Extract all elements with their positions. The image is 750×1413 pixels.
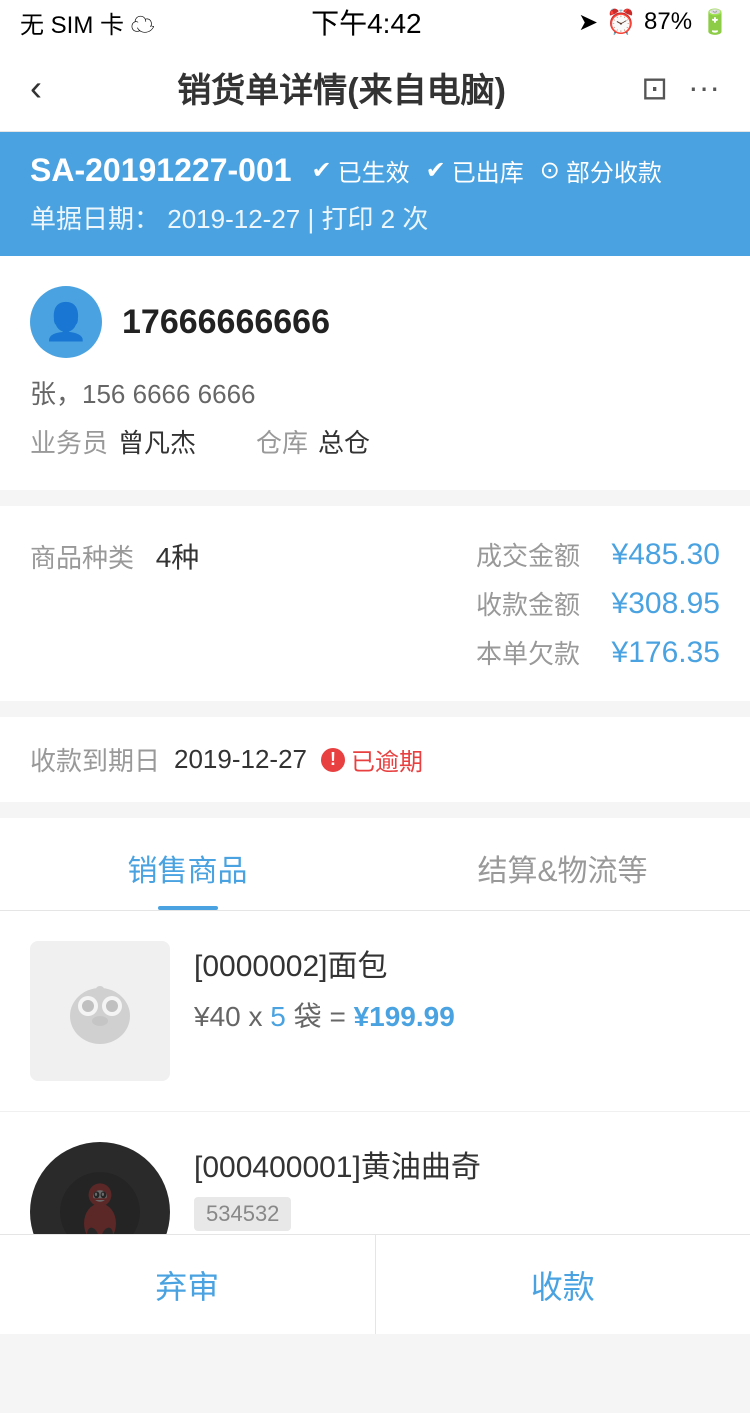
badge-effective: ✔ 已生效 bbox=[312, 153, 410, 188]
warehouse-value: 总仓 bbox=[318, 423, 370, 460]
amounts: 成交金额 ¥485.30 收款金额 ¥308.95 本单欠款 ¥176.35 bbox=[476, 536, 720, 671]
order-status-badges: ✔ 已生效 ✔ 已出库 ⊙ 部分收款 bbox=[312, 153, 662, 188]
product-image-bread: 鸟+ bbox=[30, 941, 170, 1081]
status-bar-time: 下午4:42 bbox=[311, 2, 422, 42]
location-icon: ➤ bbox=[578, 8, 598, 37]
overdue-label: 已逾期 bbox=[351, 742, 423, 777]
svg-text:鸟+: 鸟+ bbox=[86, 1031, 102, 1044]
due-date-section: 收款到期日 2019-12-27 ! 已逾期 bbox=[0, 717, 750, 802]
product-name-bread: [0000002]面包 bbox=[194, 941, 720, 985]
nav-actions: ⊡ ··· bbox=[641, 69, 720, 107]
product-types-value: 4种 bbox=[156, 542, 200, 573]
customer-phone: 17666666666 bbox=[122, 303, 330, 342]
badge-shipped: ✔ 已出库 bbox=[426, 153, 524, 188]
alarm-icon: ⏰ bbox=[606, 8, 636, 37]
product-types: 商品种类 4种 bbox=[30, 536, 199, 576]
status-bar: 无 SIM 卡 ☁ 下午4:42 ➤ ⏰ 87% 🔋 bbox=[0, 0, 750, 44]
product-qty-bread: 5 bbox=[270, 1001, 286, 1032]
due-date-label: 收款到期日 bbox=[30, 741, 160, 778]
reject-button[interactable]: 弃审 bbox=[0, 1235, 376, 1334]
salesperson-label: 业务员 bbox=[30, 423, 108, 460]
product-types-label: 商品种类 bbox=[30, 543, 134, 573]
summary-section: 商品种类 4种 成交金额 ¥485.30 收款金额 ¥308.95 本单欠款 ¥… bbox=[0, 506, 750, 701]
product-tag-cookie: 534532 bbox=[194, 1197, 291, 1231]
order-header: SA-20191227-001 ✔ 已生效 ✔ 已出库 ⊙ 部分收款 单据日期：… bbox=[0, 132, 750, 256]
tab-products[interactable]: 销售商品 bbox=[0, 818, 375, 910]
status-bar-left: 无 SIM 卡 ☁ bbox=[20, 5, 155, 40]
avatar-icon: 👤 bbox=[44, 301, 89, 343]
order-id: SA-20191227-001 bbox=[30, 152, 292, 189]
owed-amount-label: 本单欠款 bbox=[476, 634, 580, 671]
customer-contact: 张，156 6666 6666 bbox=[30, 374, 720, 411]
customer-section: 👤 17666666666 张，156 6666 6666 业务员 曾凡杰 仓库… bbox=[0, 256, 750, 490]
share-icon[interactable]: ⊡ bbox=[641, 69, 668, 107]
deal-amount-value: ¥485.30 bbox=[600, 538, 720, 572]
collected-amount-value: ¥308.95 bbox=[600, 587, 720, 621]
more-icon[interactable]: ··· bbox=[688, 69, 720, 106]
warehouse-item: 仓库 总仓 bbox=[256, 423, 370, 460]
deal-amount-label: 成交金额 bbox=[476, 536, 580, 573]
status-bar-right: ➤ ⏰ 87% 🔋 bbox=[578, 8, 730, 37]
deal-amount-row: 成交金额 ¥485.30 bbox=[476, 536, 720, 573]
back-button[interactable]: ‹ bbox=[30, 67, 42, 109]
tabs-row: 销售商品 结算&物流等 bbox=[0, 818, 750, 911]
product-price-bread: ¥40 x 5 袋 = ¥199.99 bbox=[194, 995, 720, 1035]
overdue-badge: ! 已逾期 bbox=[321, 742, 423, 777]
page-title: 销货单详情(来自电脑) bbox=[177, 63, 506, 112]
tabs-section: 销售商品 结算&物流等 bbox=[0, 818, 750, 911]
customer-meta: 业务员 曾凡杰 仓库 总仓 bbox=[30, 423, 720, 460]
product-info-bread: [0000002]面包 ¥40 x 5 袋 = ¥199.99 bbox=[194, 941, 720, 1035]
collect-button[interactable]: 收款 bbox=[376, 1235, 750, 1334]
product-total-bread: ¥199.99 bbox=[354, 1001, 455, 1032]
sim-status: 无 SIM 卡 ☁ bbox=[20, 5, 155, 40]
collected-amount-row: 收款金额 ¥308.95 bbox=[476, 585, 720, 622]
salesperson-item: 业务员 曾凡杰 bbox=[30, 423, 196, 460]
owl-icon: 鸟+ bbox=[60, 971, 140, 1051]
warehouse-label: 仓库 bbox=[256, 423, 308, 460]
salesperson-value: 曾凡杰 bbox=[118, 423, 196, 460]
badge-partial-payment: ⊙ 部分收款 bbox=[540, 153, 662, 188]
collected-amount-label: 收款金额 bbox=[476, 585, 580, 622]
order-date: 单据日期： 2019-12-27 | 打印 2 次 bbox=[30, 199, 720, 236]
nav-bar: ‹ 销货单详情(来自电脑) ⊡ ··· bbox=[0, 44, 750, 132]
tab-settlement[interactable]: 结算&物流等 bbox=[375, 818, 750, 910]
owed-amount-row: 本单欠款 ¥176.35 bbox=[476, 634, 720, 671]
bottom-bar: 弃审 收款 bbox=[0, 1234, 750, 1334]
avatar: 👤 bbox=[30, 286, 102, 358]
product-item: 鸟+ [0000002]面包 ¥40 x 5 袋 = ¥199.99 bbox=[0, 911, 750, 1112]
overdue-icon: ! bbox=[321, 748, 345, 772]
product-name-cookie: [000400001]黄油曲奇 bbox=[194, 1142, 720, 1186]
owed-amount-value: ¥176.35 bbox=[600, 636, 720, 670]
battery-icon: 🔋 bbox=[700, 8, 730, 37]
battery-level: 87% bbox=[644, 8, 692, 36]
due-date-value: 2019-12-27 bbox=[174, 744, 307, 775]
